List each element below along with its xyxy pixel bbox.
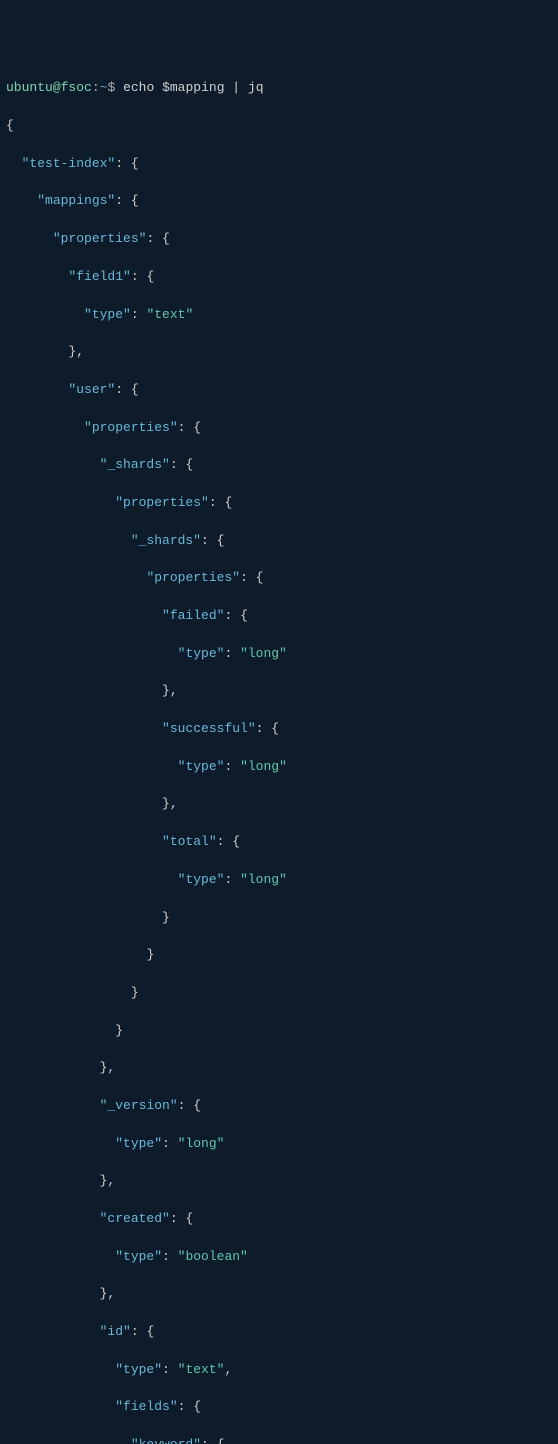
json-line: "field1": { (6, 268, 552, 287)
json-line: }, (6, 1285, 552, 1304)
json-line: }, (6, 682, 552, 701)
json-line: "type": "boolean" (6, 1248, 552, 1267)
json-line: "type": "long" (6, 758, 552, 777)
prompt-user: ubuntu (6, 80, 53, 95)
json-line: } (6, 909, 552, 928)
json-line: "user": { (6, 381, 552, 400)
terminal-output: ubuntu@fsoc:~$ echo $mapping | jq { "tes… (6, 79, 552, 1444)
prompt-colon: : (92, 80, 100, 95)
prompt-dollar: $ (107, 80, 123, 95)
command-text: echo $mapping | jq (123, 80, 263, 95)
json-line: } (6, 984, 552, 1003)
json-line: "failed": { (6, 607, 552, 626)
json-line: } (6, 946, 552, 965)
json-line: "_shards": { (6, 456, 552, 475)
json-line: "properties": { (6, 230, 552, 249)
json-line: "successful": { (6, 720, 552, 739)
json-line: "total": { (6, 833, 552, 852)
json-line: "id": { (6, 1323, 552, 1342)
prompt-at: @ (53, 80, 61, 95)
json-line: "test-index": { (6, 155, 552, 174)
json-line: "type": "text" (6, 306, 552, 325)
json-line: "fields": { (6, 1398, 552, 1417)
json-line: }, (6, 795, 552, 814)
prompt-line[interactable]: ubuntu@fsoc:~$ echo $mapping | jq (6, 79, 552, 98)
json-line: "_shards": { (6, 532, 552, 551)
json-line: "type": "text", (6, 1361, 552, 1380)
json-line: "properties": { (6, 419, 552, 438)
json-line: }, (6, 1059, 552, 1078)
json-line: "keyword": { (6, 1436, 552, 1444)
json-line: "type": "long" (6, 871, 552, 890)
json-line: "properties": { (6, 569, 552, 588)
json-line: { (6, 117, 552, 136)
json-line: }, (6, 1172, 552, 1191)
json-line: "type": "long" (6, 1135, 552, 1154)
json-line: "_version": { (6, 1097, 552, 1116)
json-line: }, (6, 343, 552, 362)
json-line: "type": "long" (6, 645, 552, 664)
json-line: "mappings": { (6, 192, 552, 211)
json-line: "created": { (6, 1210, 552, 1229)
json-line: "properties": { (6, 494, 552, 513)
prompt-host: fsoc (61, 80, 92, 95)
json-line: } (6, 1022, 552, 1041)
